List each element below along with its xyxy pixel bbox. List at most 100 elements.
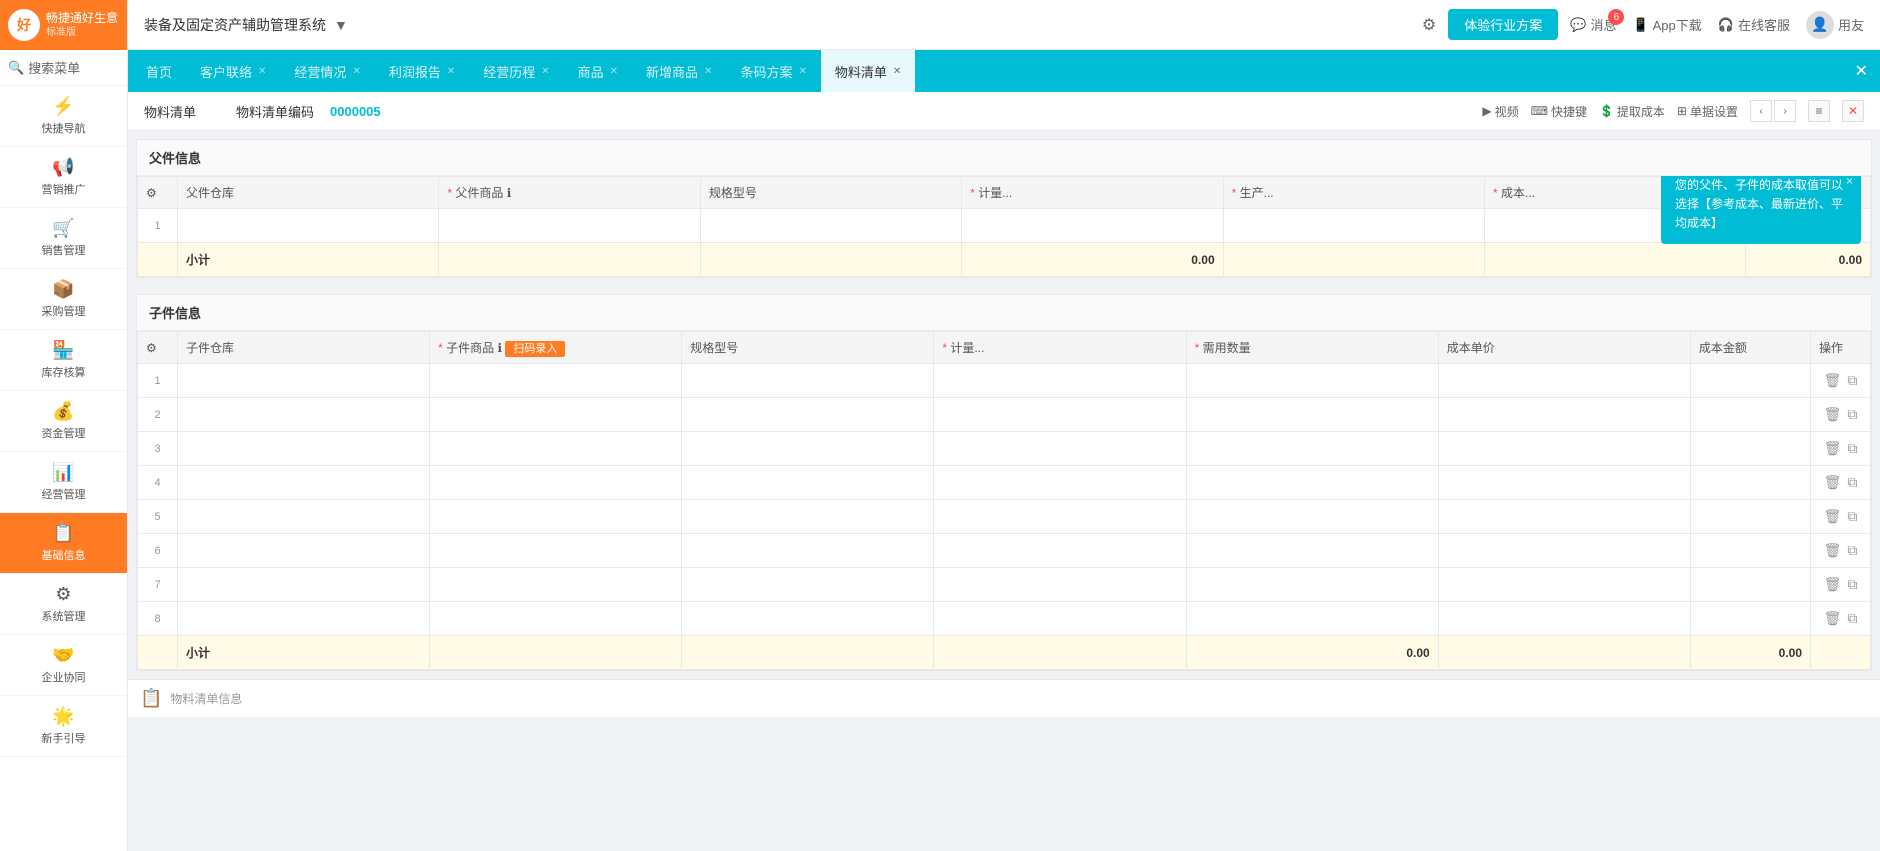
tab-home[interactable]: 首页 bbox=[132, 50, 186, 92]
child-warehouse-input-7[interactable] bbox=[178, 568, 429, 601]
child-warehouse-input-4[interactable] bbox=[178, 466, 429, 499]
tab-history[interactable]: 经营历程 ✕ bbox=[469, 50, 563, 92]
child-goods-input-5[interactable] bbox=[430, 500, 681, 533]
tab-close-bom[interactable]: ✕ bbox=[893, 66, 901, 77]
child-unit-input-2[interactable] bbox=[934, 398, 1185, 431]
sidebar-item-guide[interactable]: 🌟 新手引导 bbox=[0, 696, 127, 757]
child-quantity-input-5[interactable] bbox=[1187, 500, 1438, 533]
user-avatar[interactable]: 👤 用友 bbox=[1806, 11, 1864, 39]
scan-input-button[interactable]: 扫码录入 bbox=[505, 341, 565, 357]
delete-icon-1[interactable]: 🗑 bbox=[1824, 372, 1842, 389]
delete-icon-4[interactable]: 🗑 bbox=[1824, 474, 1842, 491]
child-spec-input-8[interactable] bbox=[682, 602, 933, 635]
tab-new-goods[interactable]: 新增商品 ✕ bbox=[632, 50, 726, 92]
child-quantity-input-4[interactable] bbox=[1187, 466, 1438, 499]
shortcut-button[interactable]: ⌨ 快捷键 bbox=[1531, 103, 1587, 120]
child-unit-input-5[interactable] bbox=[934, 500, 1185, 533]
child-unit-input-1[interactable] bbox=[934, 364, 1185, 397]
child-spec-input-3[interactable] bbox=[682, 432, 933, 465]
topbar-dropdown[interactable]: ▼ bbox=[334, 17, 348, 33]
child-warehouse-input-8[interactable] bbox=[178, 602, 429, 635]
child-unit-cost-input-6[interactable] bbox=[1439, 534, 1690, 567]
child-goods-input-4[interactable] bbox=[430, 466, 681, 499]
child-goods-input-7[interactable] bbox=[430, 568, 681, 601]
sidebar-item-enterprise[interactable]: 🤝 企业协同 bbox=[0, 635, 127, 696]
delete-icon-8[interactable]: 🗑 bbox=[1824, 610, 1842, 627]
parent-spec-input-1[interactable] bbox=[701, 209, 961, 242]
copy-icon-8[interactable]: ⧉ bbox=[1847, 610, 1857, 627]
child-goods-input-2[interactable] bbox=[430, 398, 681, 431]
child-unit-cost-input-3[interactable] bbox=[1439, 432, 1690, 465]
view-toggle-button[interactable]: ≡ bbox=[1808, 100, 1830, 122]
child-warehouse-input-5[interactable] bbox=[178, 500, 429, 533]
child-quantity-input-3[interactable] bbox=[1187, 432, 1438, 465]
parent-produce-input-1[interactable] bbox=[1224, 209, 1484, 242]
child-spec-input-7[interactable] bbox=[682, 568, 933, 601]
child-quantity-input-1[interactable] bbox=[1187, 364, 1438, 397]
child-col-settings[interactable]: ⚙ bbox=[138, 332, 178, 364]
child-unit-cost-input-8[interactable] bbox=[1439, 602, 1690, 635]
child-warehouse-input-2[interactable] bbox=[178, 398, 429, 431]
message-button[interactable]: 💬 消息 6 bbox=[1570, 15, 1616, 34]
nav-next-button[interactable]: › bbox=[1774, 100, 1796, 122]
delete-icon-5[interactable]: 🗑 bbox=[1824, 508, 1842, 525]
child-unit-cost-input-1[interactable] bbox=[1439, 364, 1690, 397]
tab-close-profit[interactable]: ✕ bbox=[447, 66, 455, 77]
child-unit-input-4[interactable] bbox=[934, 466, 1185, 499]
view-video-button[interactable]: ▶ 视频 bbox=[1482, 103, 1518, 120]
parent-warehouse-input-1[interactable] bbox=[178, 209, 438, 242]
child-spec-input-2[interactable] bbox=[682, 398, 933, 431]
view-close-button[interactable]: ✕ bbox=[1842, 100, 1864, 122]
child-goods-input-8[interactable] bbox=[430, 602, 681, 635]
parent-goods-input-1[interactable] bbox=[439, 209, 699, 242]
child-unit-cost-input-5[interactable] bbox=[1439, 500, 1690, 533]
copy-icon-2[interactable]: ⧉ bbox=[1847, 406, 1857, 423]
tab-close-barcode[interactable]: ✕ bbox=[798, 66, 806, 77]
child-unit-input-7[interactable] bbox=[934, 568, 1185, 601]
tab-close-customers[interactable]: ✕ bbox=[258, 66, 266, 77]
online-service-button[interactable]: 🎧 在线客服 bbox=[1718, 15, 1790, 34]
tab-close-operations[interactable]: ✕ bbox=[352, 66, 360, 77]
tab-goods[interactable]: 商品 ✕ bbox=[564, 50, 632, 92]
child-quantity-input-8[interactable] bbox=[1187, 602, 1438, 635]
sidebar-item-purchase[interactable]: 📦 采购管理 bbox=[0, 269, 127, 330]
child-warehouse-input-3[interactable] bbox=[178, 432, 429, 465]
tabbar-close[interactable]: ✕ bbox=[1847, 61, 1876, 81]
sidebar-item-basic-info[interactable]: 📋 基础信息 bbox=[0, 513, 127, 574]
sidebar-item-inventory[interactable]: 🏪 库存核算 bbox=[0, 330, 127, 391]
single-setting-button[interactable]: ⊞ 单据设置 bbox=[1677, 103, 1738, 120]
copy-icon-7[interactable]: ⧉ bbox=[1847, 576, 1857, 593]
tab-bom[interactable]: 物料清单 ✕ bbox=[821, 50, 915, 92]
child-goods-input-6[interactable] bbox=[430, 534, 681, 567]
sidebar-item-finance[interactable]: 💰 资金管理 bbox=[0, 391, 127, 452]
sidebar-item-sales[interactable]: 🛒 销售管理 bbox=[0, 208, 127, 269]
child-unit-input-3[interactable] bbox=[934, 432, 1185, 465]
tab-close-new-goods[interactable]: ✕ bbox=[704, 66, 712, 77]
child-unit-input-8[interactable] bbox=[934, 602, 1185, 635]
sidebar-item-quick-nav[interactable]: ⚡ 快捷导航 bbox=[0, 86, 127, 147]
copy-icon-5[interactable]: ⧉ bbox=[1847, 508, 1857, 525]
sidebar-item-system[interactable]: ⚙ 系统管理 bbox=[0, 574, 127, 635]
delete-icon-3[interactable]: 🗑 bbox=[1824, 440, 1842, 457]
copy-icon-6[interactable]: ⧉ bbox=[1847, 542, 1857, 559]
delete-icon-7[interactable]: 🗑 bbox=[1824, 576, 1842, 593]
gear-icon[interactable]: ⚙ bbox=[1422, 15, 1436, 35]
sidebar-item-operations[interactable]: 📊 经营管理 bbox=[0, 452, 127, 513]
child-unit-input-6[interactable] bbox=[934, 534, 1185, 567]
tab-barcode[interactable]: 条码方案 ✕ bbox=[726, 50, 820, 92]
tab-operations[interactable]: 经营情况 ✕ bbox=[280, 50, 374, 92]
delete-icon-2[interactable]: 🗑 bbox=[1824, 406, 1842, 423]
trial-button[interactable]: 体验行业方案 bbox=[1448, 9, 1558, 40]
breadcrumb-home[interactable]: 物料清单 bbox=[144, 102, 196, 121]
copy-icon-3[interactable]: ⧉ bbox=[1847, 440, 1857, 457]
search-menu[interactable]: 🔍 搜索菜单 bbox=[0, 50, 127, 86]
tab-close-goods[interactable]: ✕ bbox=[610, 66, 618, 77]
tab-customers[interactable]: 客户联络 ✕ bbox=[186, 50, 280, 92]
child-unit-cost-input-4[interactable] bbox=[1439, 466, 1690, 499]
child-unit-cost-input-7[interactable] bbox=[1439, 568, 1690, 601]
parent-unit-input-1[interactable] bbox=[962, 209, 1222, 242]
tab-close-history[interactable]: ✕ bbox=[541, 66, 549, 77]
child-spec-input-6[interactable] bbox=[682, 534, 933, 567]
app-download-button[interactable]: 📱 App下载 bbox=[1632, 15, 1701, 34]
get-cost-button[interactable]: 💲 提取成本 bbox=[1599, 103, 1665, 120]
